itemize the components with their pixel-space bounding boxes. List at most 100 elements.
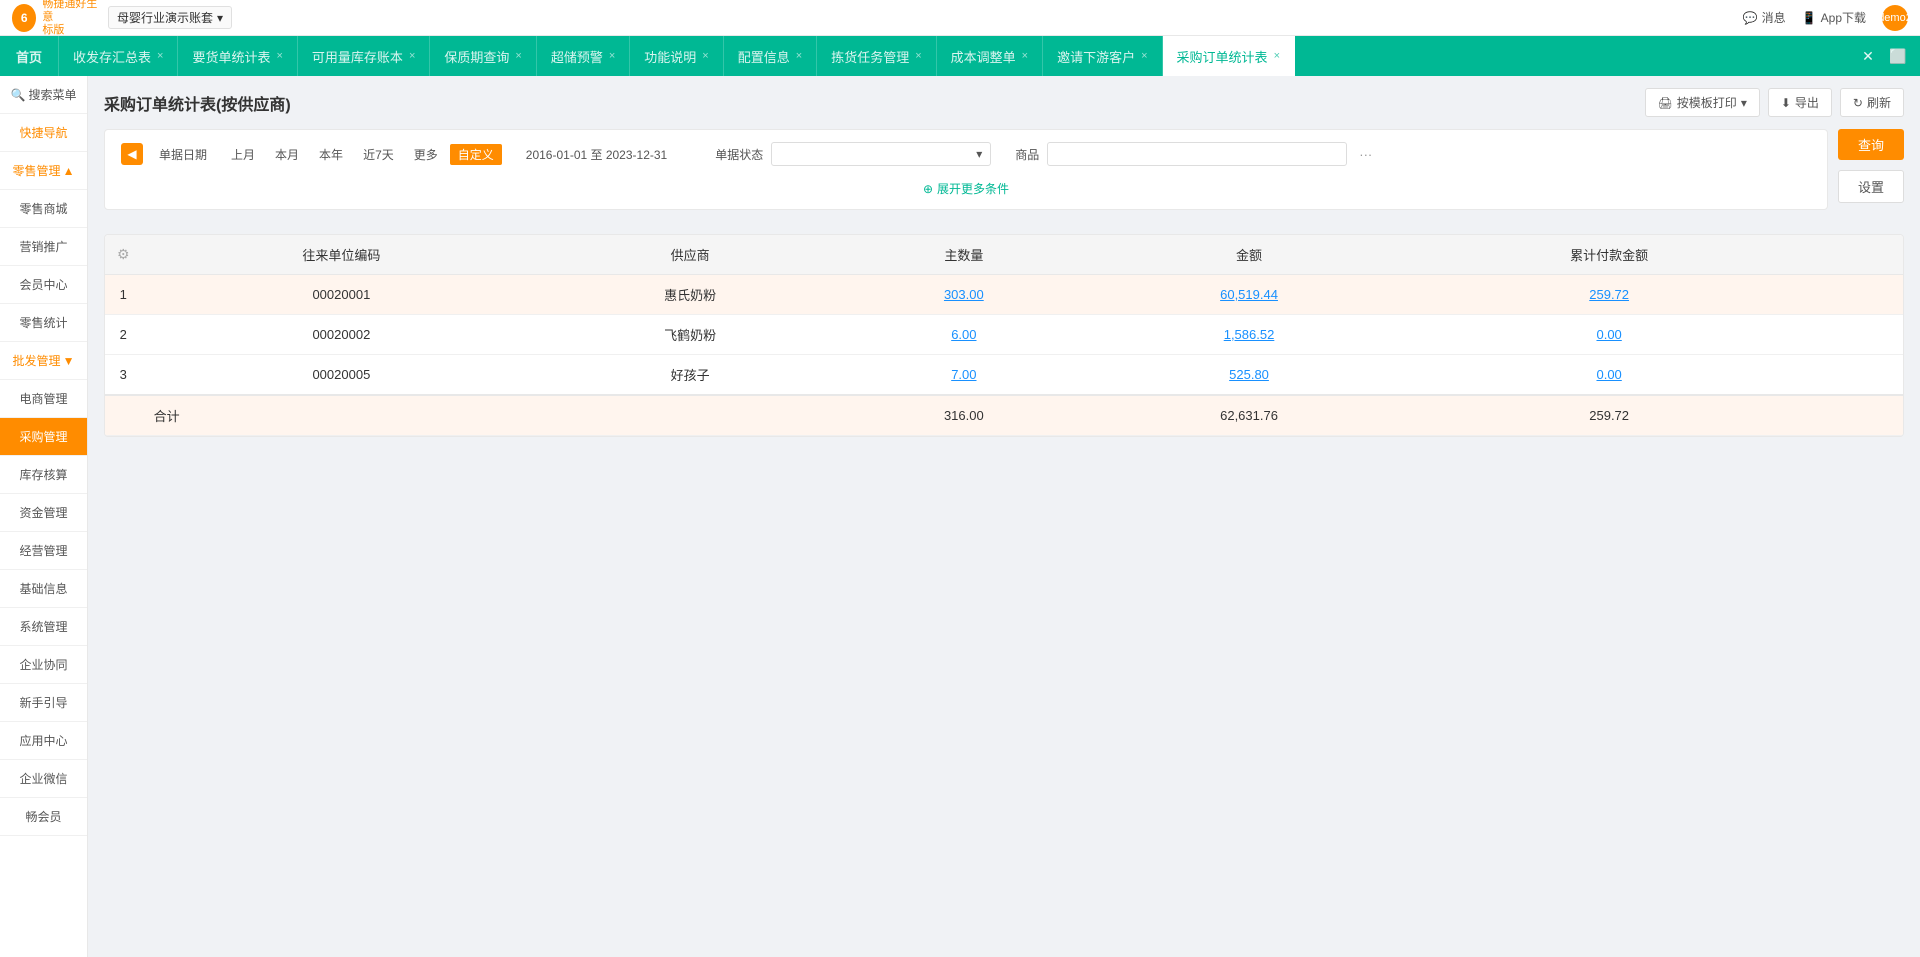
download-icon: 📱: [1802, 11, 1817, 25]
cell-paid: 259.72: [1409, 275, 1809, 315]
workspace-selector[interactable]: 母婴行业演示账套 ▾: [108, 6, 232, 29]
user-avatar[interactable]: demo2: [1882, 5, 1908, 31]
status-select[interactable]: ▾: [771, 142, 991, 166]
date-btn-last-month[interactable]: 上月: [223, 144, 263, 165]
date-btn-this-year[interactable]: 本年: [311, 144, 351, 165]
date-btn-more[interactable]: 更多: [406, 144, 446, 165]
tab-close-icon[interactable]: ×: [796, 50, 802, 62]
tab-close-icon[interactable]: ×: [409, 50, 415, 62]
footer-supplier: [541, 395, 839, 436]
filter-panel: ◀ 单据日期 上月 本月 本年 近7天 更多 自定义 2016-01-01 至 …: [104, 129, 1828, 210]
print-button[interactable]: 🖨 按模板打印 ▾: [1645, 88, 1760, 117]
maximize-button[interactable]: ⬜: [1884, 42, 1912, 70]
cell-supplier: 飞鹤奶粉: [541, 315, 839, 355]
sidebar-item-零售商城[interactable]: 零售商城: [0, 190, 87, 228]
query-button[interactable]: 查询: [1838, 129, 1904, 160]
tab-邀请下游客户[interactable]: 邀请下游客户 ×: [1043, 36, 1162, 76]
chevron-up-icon: ▲: [63, 164, 75, 178]
paid-link[interactable]: 0.00: [1596, 367, 1621, 382]
filter-toggle-button[interactable]: ◀: [121, 143, 143, 165]
tab-close-icon[interactable]: ×: [702, 50, 708, 62]
tab-close-icon[interactable]: ×: [1141, 50, 1147, 62]
tab-收发存汇总表[interactable]: 收发存汇总表 ×: [59, 36, 178, 76]
amount-link[interactable]: 60,519.44: [1220, 287, 1278, 302]
refresh-button[interactable]: ↻ 刷新: [1840, 88, 1904, 117]
sidebar-item-批发管理[interactable]: 批发管理 ▼: [0, 342, 87, 380]
footer-amount: 62,631.76: [1089, 395, 1410, 436]
tab-close-icon[interactable]: ×: [1274, 50, 1280, 62]
message-button[interactable]: 💬 消息: [1743, 9, 1786, 26]
sidebar-item-库存核算[interactable]: 库存核算: [0, 456, 87, 494]
header-actions: 🖨 按模板打印 ▾ ⬇ 导出 ↻ 刷新: [1645, 88, 1904, 117]
amount-link[interactable]: 1,586.52: [1224, 327, 1275, 342]
app-download-button[interactable]: 📱 App下载: [1802, 9, 1866, 26]
table-body: 1 00020001 惠氏奶粉 303.00 60,519.44 259.72 …: [105, 275, 1903, 396]
table-footer: 合计 316.00 62,631.76 259.72: [105, 395, 1903, 436]
tab-close-icon[interactable]: ×: [915, 50, 921, 62]
paid-link[interactable]: 259.72: [1589, 287, 1629, 302]
date-btn-7days[interactable]: 近7天: [355, 144, 402, 165]
date-btn-this-month[interactable]: 本月: [267, 144, 307, 165]
sidebar-item-资金管理[interactable]: 资金管理: [0, 494, 87, 532]
cell-amount: 60,519.44: [1089, 275, 1410, 315]
export-button[interactable]: ⬇ 导出: [1768, 88, 1832, 117]
tab-采购订单统计表[interactable]: 采购订单统计表 ×: [1163, 36, 1295, 76]
logo-icon: 6: [12, 4, 36, 32]
cell-action: [1809, 315, 1903, 355]
content-area: 采购订单统计表(按供应商) 🖨 按模板打印 ▾ ⬇ 导出 ↻ 刷新: [88, 76, 1920, 957]
sidebar-item-基础信息[interactable]: 基础信息: [0, 570, 87, 608]
sidebar-item-营销推广[interactable]: 营销推广: [0, 228, 87, 266]
sidebar-item-shortcut[interactable]: 快捷导航: [0, 114, 87, 152]
tab-保质期查询[interactable]: 保质期查询 ×: [430, 36, 536, 76]
footer-qty: 316.00: [839, 395, 1089, 436]
main-layout: 🔍 搜索菜单 快捷导航 零售管理 ▲ 零售商城 营销推广 会员中心 零售统计 批…: [0, 76, 1920, 957]
tab-超储预警[interactable]: 超储预警 ×: [537, 36, 630, 76]
status-label: 单据状态: [715, 146, 763, 163]
sidebar-item-零售管理[interactable]: 零售管理 ▲: [0, 152, 87, 190]
sidebar-item-零售统计[interactable]: 零售统计: [0, 304, 87, 342]
tab-功能说明[interactable]: 功能说明 ×: [630, 36, 723, 76]
amount-link[interactable]: 525.80: [1229, 367, 1269, 382]
more-filters-icon[interactable]: ···: [1355, 147, 1376, 162]
logo-text: 畅捷通好生意 标版: [42, 0, 100, 37]
sidebar-item-新手引导[interactable]: 新手引导: [0, 684, 87, 722]
qty-link[interactable]: 6.00: [951, 327, 976, 342]
sidebar-item-会员中心[interactable]: 会员中心: [0, 266, 87, 304]
gear-icon[interactable]: ⚙: [117, 246, 130, 262]
tab-要货单统计表[interactable]: 要货单统计表 ×: [178, 36, 297, 76]
sidebar-item-应用中心[interactable]: 应用中心: [0, 722, 87, 760]
qty-link[interactable]: 303.00: [944, 287, 984, 302]
sidebar-item-电商管理[interactable]: 电商管理: [0, 380, 87, 418]
tab-close-icon[interactable]: ×: [515, 50, 521, 62]
tab-home[interactable]: 首页: [0, 36, 59, 76]
top-bar-right: 💬 消息 📱 App下载 demo2: [1743, 5, 1908, 31]
date-custom-tag[interactable]: 自定义: [450, 144, 502, 165]
table-row: 2 00020002 飞鹤奶粉 6.00 1,586.52 0.00: [105, 315, 1903, 355]
setting-button[interactable]: 设置: [1838, 170, 1904, 203]
tab-close-icon[interactable]: ×: [1022, 50, 1028, 62]
date-range: 2016-01-01 至 2023-12-31: [526, 146, 667, 163]
workspace-dropdown-icon: ▾: [217, 11, 223, 25]
tab-close-icon[interactable]: ×: [609, 50, 615, 62]
sidebar-item-企业协同[interactable]: 企业协同: [0, 646, 87, 684]
sidebar-item-畅会员[interactable]: 畅会员: [0, 798, 87, 836]
cell-code: 00020001: [142, 275, 542, 315]
cell-qty: 6.00: [839, 315, 1089, 355]
sidebar-item-系统管理[interactable]: 系统管理: [0, 608, 87, 646]
tab-close-icon[interactable]: ×: [157, 50, 163, 62]
sidebar-item-采购管理[interactable]: 采购管理: [0, 418, 87, 456]
tab-可用量库存账本[interactable]: 可用量库存账本 ×: [298, 36, 430, 76]
tab-close-icon[interactable]: ×: [276, 50, 282, 62]
qty-link[interactable]: 7.00: [951, 367, 976, 382]
tab-拣货任务管理[interactable]: 拣货任务管理 ×: [817, 36, 936, 76]
tab-配置信息[interactable]: 配置信息 ×: [724, 36, 817, 76]
tab-成本调整单[interactable]: 成本调整单 ×: [937, 36, 1043, 76]
sidebar-item-企业微信[interactable]: 企业微信: [0, 760, 87, 798]
sidebar-item-经营管理[interactable]: 经营管理: [0, 532, 87, 570]
close-all-tabs-button[interactable]: ✕: [1854, 42, 1882, 70]
product-input[interactable]: [1047, 142, 1347, 166]
search-menu-item[interactable]: 🔍 搜索菜单: [0, 76, 87, 114]
expand-icon: ⊕: [923, 182, 933, 196]
expand-filters-button[interactable]: ⊕ 展开更多条件: [923, 180, 1009, 197]
paid-link[interactable]: 0.00: [1596, 327, 1621, 342]
